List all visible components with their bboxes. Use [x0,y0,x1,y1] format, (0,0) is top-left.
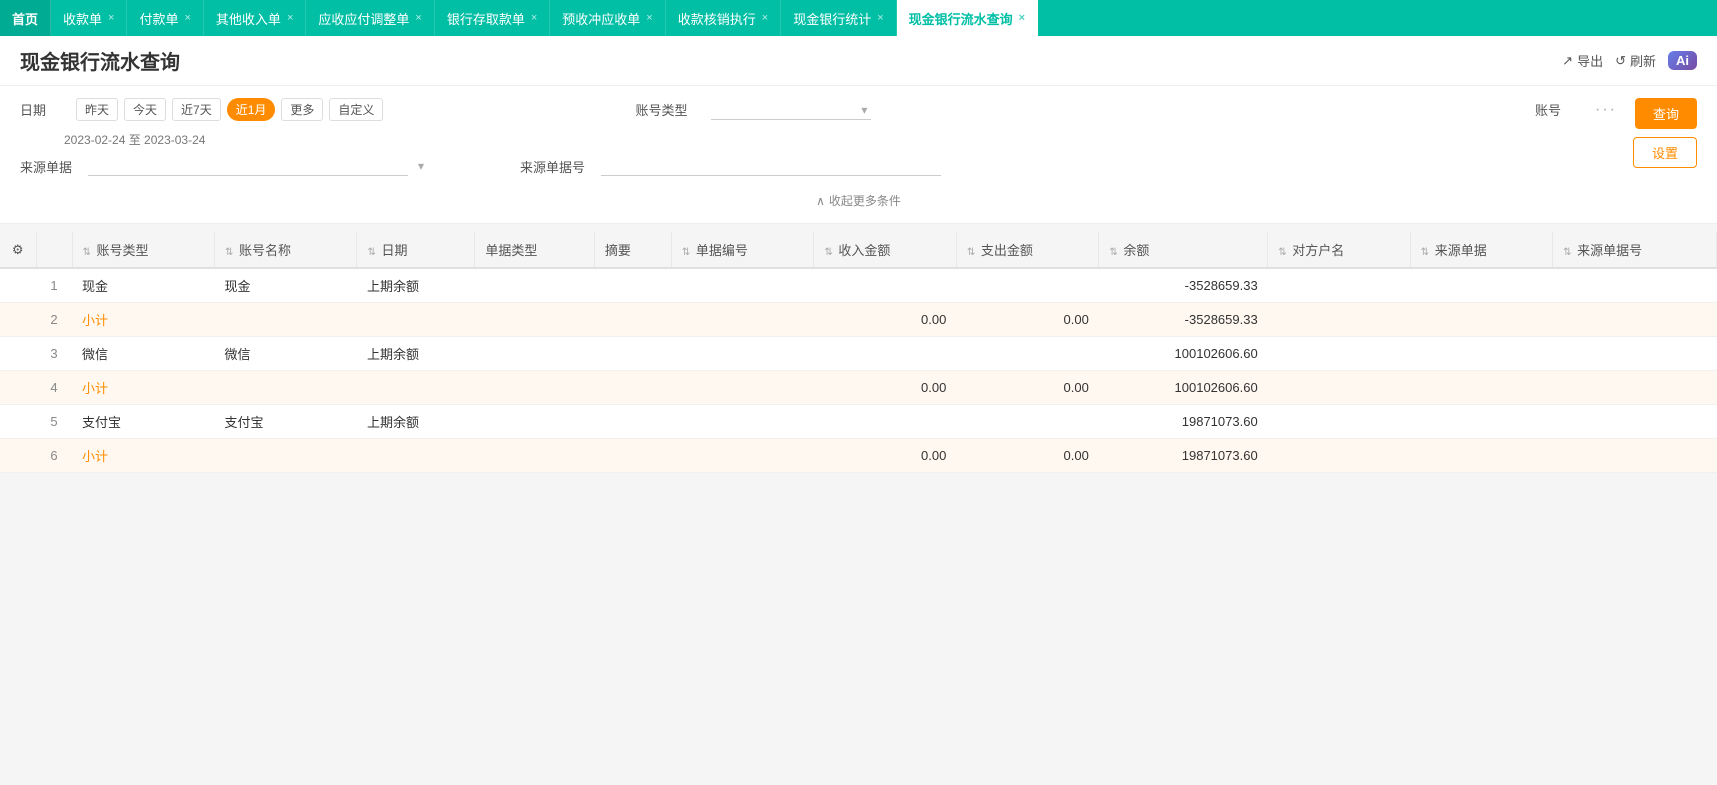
page-header: 现金银行流水查询 ↗ 导出 ↺ 刷新 Ai [0,36,1717,86]
close-icon[interactable]: × [1019,12,1025,24]
col-row-num [36,232,72,268]
export-icon: ↗ [1562,53,1573,69]
table-row: 2小计0.000.00-3528659.33 [0,303,1717,337]
nav-home[interactable]: 首页 [0,0,51,36]
col-account-name: ⇅ 账号名称 [214,232,356,268]
col-counterparty: ⇅ 对方户名 [1268,232,1410,268]
chevron-up-icon: ∧ [816,194,825,208]
close-icon[interactable]: × [531,12,537,24]
account-type-select[interactable] [711,100,871,120]
filter-area: 日期 昨天 今天 近7天 近1月 更多 自定义 账号类型 账号 [0,86,1717,224]
header-actions: ↗ 导出 ↺ 刷新 Ai [1562,51,1697,70]
col-date: ⇅ 日期 [357,232,475,268]
col-income: ⇅ 收入金额 [814,232,956,268]
nav-bank-deposit[interactable]: 银行存取款单 × [435,0,550,36]
nav-advance-offset[interactable]: 预收冲应收单 × [550,0,665,36]
query-button[interactable]: 查询 [1635,98,1697,129]
table-row: 3微信微信上期余额100102606.60 [0,337,1717,371]
col-doc-number: ⇅ 单据编号 [671,232,813,268]
export-button[interactable]: ↗ 导出 [1562,51,1603,70]
source-doc-num-input[interactable] [601,156,941,176]
sort-arrows-icon: ⇅ [367,247,375,258]
account-more-dots[interactable]: ··· [1591,101,1621,119]
sort-arrows-icon: ⇅ [1563,247,1571,258]
col-doc-type: 单据类型 [475,232,595,268]
nav-other-income[interactable]: 其他收入单 × [204,0,306,36]
col-balance: ⇅ 余额 [1099,232,1268,268]
sort-arrows-icon: ⇅ [1421,247,1429,258]
date-range-display: 2023-02-24 至 2023-03-24 [64,133,205,147]
close-icon[interactable]: × [877,12,883,24]
refresh-button[interactable]: ↺ 刷新 [1615,51,1656,70]
refresh-icon: ↺ [1615,53,1626,69]
sort-arrows-icon: ⇅ [824,247,832,258]
date-last1month[interactable]: 近1月 [227,98,276,121]
date-label: 日期 [20,100,60,119]
nav-receipts[interactable]: 收款单 × [51,0,127,36]
date-today[interactable]: 今天 [124,98,166,121]
col-summary: 摘要 [594,232,671,268]
data-table: ⚙ ⇅ 账号类型 ⇅ 账号名称 ⇅ 日期 单据类型 [0,232,1717,473]
table-body: 1现金现金上期余额-3528659.332小计0.000.00-3528659.… [0,268,1717,473]
close-icon[interactable]: × [287,12,293,24]
table-row: 6小计0.000.0019871073.60 [0,439,1717,473]
close-icon[interactable]: × [184,12,190,24]
table-container: ⚙ ⇅ 账号类型 ⇅ 账号名称 ⇅ 日期 单据类型 [0,232,1717,473]
collapse-label: 收起更多条件 [829,192,901,209]
account-type-label: 账号类型 [635,100,695,119]
nav-cash-bank-flow[interactable]: 现金银行流水查询 × [897,0,1038,36]
top-nav: 首页 收款单 × 付款单 × 其他收入单 × 应收应付调整单 × 银行存取款单 … [0,0,1717,36]
nav-payments[interactable]: 付款单 × [127,0,203,36]
date-more[interactable]: 更多 [281,98,323,121]
col-source-doc: ⇅ 来源单据 [1410,232,1552,268]
source-doc-label: 来源单据 [20,157,72,176]
collapse-bar[interactable]: ∧ 收起更多条件 [20,186,1697,211]
filter-row-1: 日期 昨天 今天 近7天 近1月 更多 自定义 账号类型 账号 [20,98,1621,121]
gear-icon[interactable]: ⚙ [12,242,24,257]
date-yesterday[interactable]: 昨天 [76,98,118,121]
filter-row-2: 来源单据 来源单据号 [20,156,1621,176]
date-options: 昨天 今天 近7天 近1月 更多 自定义 [76,98,383,121]
account-type-select-wrapper [711,100,871,120]
close-icon[interactable]: × [415,12,421,24]
close-icon[interactable]: × [108,12,114,24]
close-icon[interactable]: × [762,12,768,24]
nav-collection-exec[interactable]: 收款核销执行 × [666,0,781,36]
table-row: 1现金现金上期余额-3528659.33 [0,268,1717,303]
sort-arrows-icon: ⇅ [967,247,975,258]
sort-arrows-icon: ⇅ [225,247,233,258]
sort-arrows-icon: ⇅ [1109,247,1117,258]
table-row: 4小计0.000.00100102606.60 [0,371,1717,405]
page-title: 现金银行流水查询 [20,46,180,75]
table-header-row: ⚙ ⇅ 账号类型 ⇅ 账号名称 ⇅ 日期 单据类型 [0,232,1717,268]
settings-button[interactable]: 设置 [1633,137,1697,168]
col-account-type: ⇅ 账号类型 [72,232,214,268]
date-custom[interactable]: 自定义 [329,98,383,121]
nav-ar-ap-adjust[interactable]: 应收应付调整单 × [306,0,434,36]
sort-arrows-icon: ⇅ [83,247,91,258]
ai-badge[interactable]: Ai [1668,51,1697,70]
col-settings: ⚙ [0,232,36,268]
col-source-doc-num: ⇅ 来源单据号 [1553,232,1717,268]
filter-buttons: 查询 设置 [1633,98,1697,168]
nav-cash-bank-stat[interactable]: 现金银行统计 × [781,0,896,36]
col-expense: ⇅ 支出金额 [956,232,1098,268]
source-doc-select-wrapper [88,156,428,176]
source-doc-num-label: 来源单据号 [520,157,585,176]
date-last7days[interactable]: 近7天 [172,98,221,121]
sort-arrows-icon: ⇅ [1278,247,1286,258]
sort-arrows-icon: ⇅ [682,247,690,258]
source-doc-select[interactable] [88,156,408,176]
close-icon[interactable]: × [646,12,652,24]
account-label: 账号 [1535,100,1575,119]
table-row: 5支付宝支付宝上期余额19871073.60 [0,405,1717,439]
